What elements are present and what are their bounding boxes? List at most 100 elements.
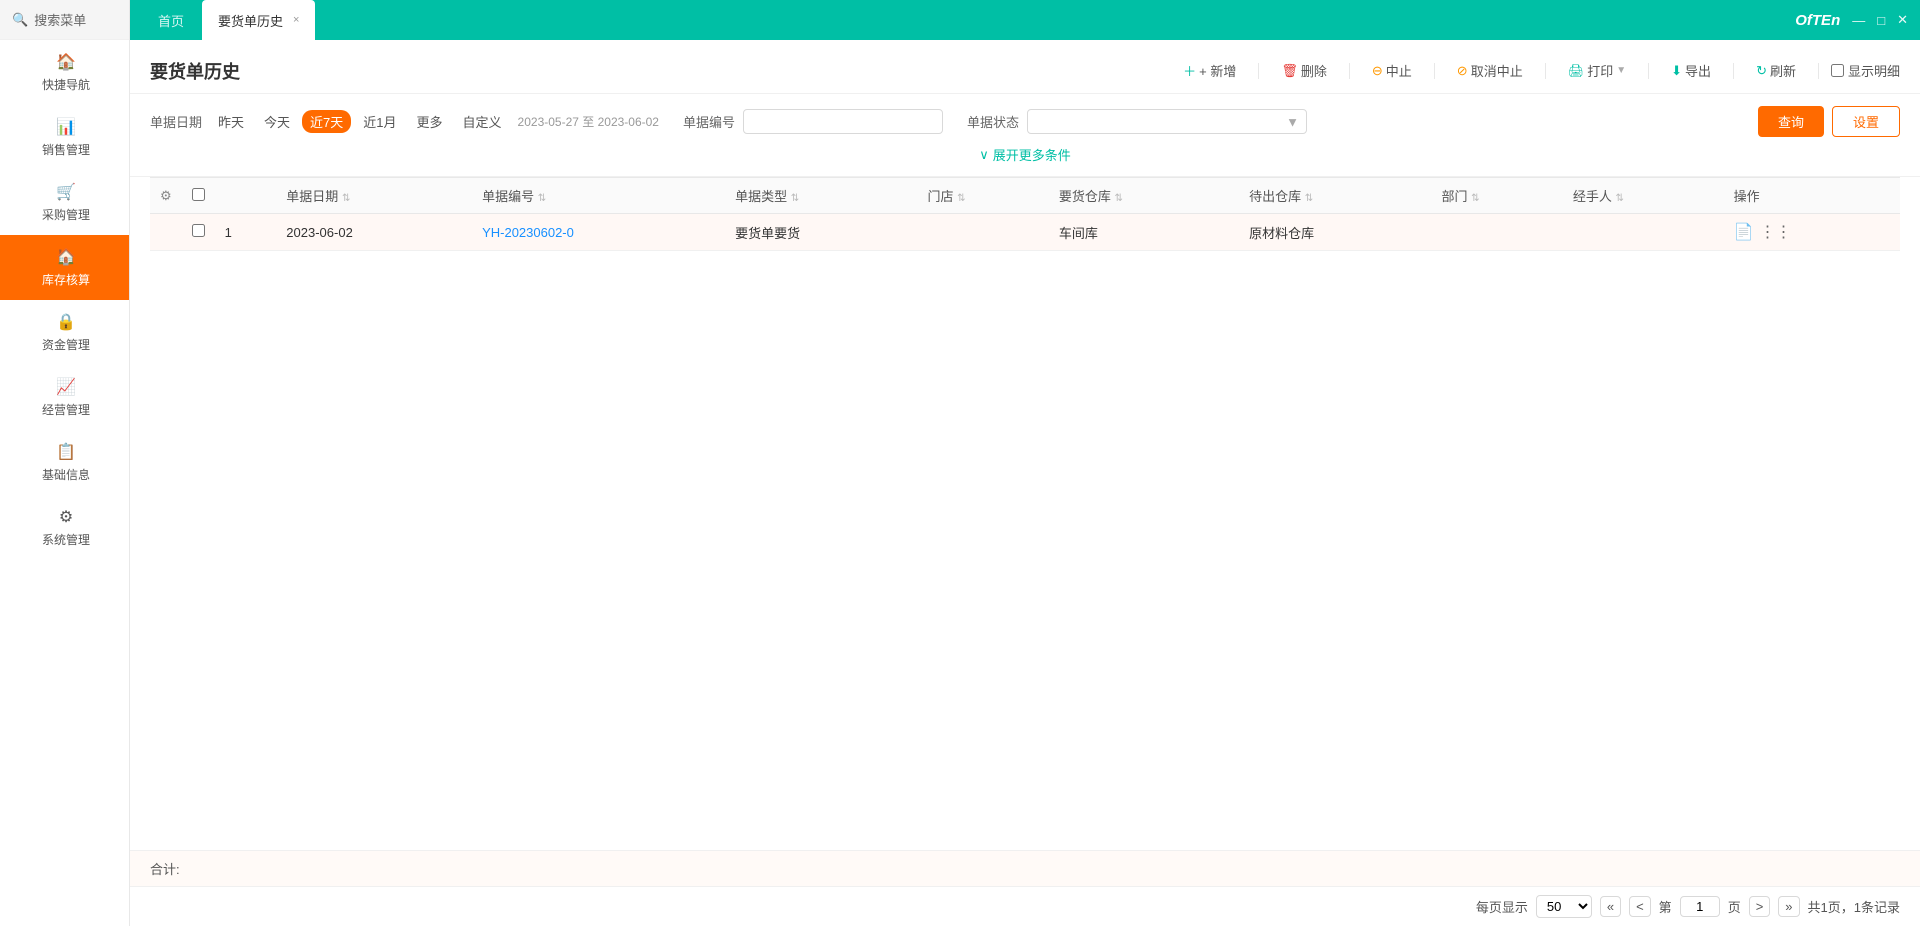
per-page-select[interactable]: 50 10 20 100 bbox=[1536, 895, 1592, 918]
stop-icon: ⊖ bbox=[1372, 63, 1383, 79]
sidebar-item-finance[interactable]: 🔒 资金管理 bbox=[0, 300, 129, 365]
expand-label: 展开更多条件 bbox=[993, 145, 1071, 164]
new-button[interactable]: ＋ + 新增 bbox=[1173, 56, 1246, 85]
date-tab-more[interactable]: 更多 bbox=[409, 110, 451, 133]
column-bill-type[interactable]: 单据类型 ⇅ bbox=[725, 178, 917, 214]
divider1 bbox=[1258, 63, 1259, 79]
sidebar-item-sales[interactable]: 📊 销售管理 bbox=[0, 105, 129, 170]
date-filter-item: 单据日期 昨天 今天 近7天 近1月 更多 自定义 2023-05-27 至 2… bbox=[150, 110, 659, 133]
table-row: 1 2023-06-02 YH-20230602-0 要货单要货 车间库 原材料… bbox=[150, 214, 1900, 251]
tab-home[interactable]: 首页 bbox=[142, 0, 200, 40]
more-icon[interactable]: ⋮⋮ bbox=[1760, 222, 1792, 242]
delete-button[interactable]: 🗑 删除 bbox=[1271, 56, 1337, 85]
sidebar-item-label: 经营管理 bbox=[42, 401, 90, 418]
column-req-warehouse[interactable]: 要货仓库 ⇅ bbox=[1049, 178, 1239, 214]
column-checkbox bbox=[182, 178, 215, 214]
window-maximize-btn[interactable]: □ bbox=[1877, 13, 1885, 28]
search-icon: 🔍 bbox=[12, 12, 28, 28]
next-page-btn[interactable]: > bbox=[1749, 896, 1771, 917]
setting-button[interactable]: 设置 bbox=[1832, 106, 1900, 137]
refresh-button[interactable]: ↻ 刷新 bbox=[1746, 56, 1806, 85]
sidebar-item-operation[interactable]: 📈 经营管理 bbox=[0, 365, 129, 430]
window-minimize-btn[interactable]: — bbox=[1852, 13, 1865, 28]
sort-pending-warehouse-icon[interactable]: ⇅ bbox=[1305, 193, 1313, 204]
sidebar-item-basic[interactable]: 📋 基础信息 bbox=[0, 430, 129, 495]
sort-store-icon[interactable]: ⇅ bbox=[957, 193, 965, 204]
print-dropdown-icon: ▼ bbox=[1616, 65, 1626, 76]
sidebar-item-label: 快捷导航 bbox=[42, 76, 90, 93]
prev-page-btn[interactable]: < bbox=[1629, 896, 1651, 917]
sidebar-item-label: 基础信息 bbox=[42, 466, 90, 483]
sort-department-icon[interactable]: ⇅ bbox=[1471, 193, 1479, 204]
column-department[interactable]: 部门 ⇅ bbox=[1431, 178, 1562, 214]
sidebar-item-system[interactable]: ⚙ 系统管理 bbox=[0, 495, 129, 560]
bill-status-input[interactable] bbox=[1027, 109, 1307, 134]
export-button[interactable]: ⬇ 导出 bbox=[1661, 56, 1721, 85]
date-tab-today[interactable]: 今天 bbox=[256, 110, 298, 133]
sidebar-search[interactable]: 🔍 搜索菜单 bbox=[0, 0, 129, 40]
print-label: 打印 bbox=[1587, 61, 1613, 80]
new-label: + 新增 bbox=[1199, 61, 1236, 80]
show-detail-toggle[interactable]: 显示明细 bbox=[1831, 61, 1900, 80]
select-all-checkbox[interactable] bbox=[192, 188, 205, 201]
expand-more-btn[interactable]: ∨ 展开更多条件 bbox=[150, 145, 1900, 164]
stop-button[interactable]: ⊖ 中止 bbox=[1362, 56, 1422, 85]
sort-bill-date-icon[interactable]: ⇅ bbox=[342, 193, 350, 204]
total-info: 共1页，1条记录 bbox=[1808, 897, 1900, 916]
sidebar-item-inventory[interactable]: 🏠 库存核算 bbox=[0, 235, 129, 300]
page-label: 第 bbox=[1659, 897, 1672, 916]
cell-bill-type: 要货单要货 bbox=[725, 214, 917, 251]
sidebar-item-quick-nav[interactable]: 🏠 快捷导航 bbox=[0, 40, 129, 105]
divider4 bbox=[1545, 63, 1546, 79]
column-settings[interactable]: ⚙ bbox=[150, 178, 182, 214]
date-tab-yesterday[interactable]: 昨天 bbox=[210, 110, 252, 133]
column-index bbox=[215, 178, 277, 214]
refresh-label: 刷新 bbox=[1770, 61, 1796, 80]
date-tab-last7[interactable]: 近7天 bbox=[302, 110, 351, 133]
column-bill-no[interactable]: 单据编号 ⇅ bbox=[472, 178, 725, 214]
filter-area: 单据日期 昨天 今天 近7天 近1月 更多 自定义 2023-05-27 至 2… bbox=[130, 94, 1920, 177]
column-store[interactable]: 门店 ⇅ bbox=[918, 178, 1049, 214]
system-icon: ⚙ bbox=[59, 507, 73, 527]
bill-no-link[interactable]: YH-20230602-0 bbox=[482, 225, 574, 240]
first-page-btn[interactable]: « bbox=[1600, 896, 1621, 917]
page-input[interactable] bbox=[1680, 896, 1720, 917]
column-handler[interactable]: 经手人 ⇅ bbox=[1563, 178, 1724, 214]
column-bill-date[interactable]: 单据日期 ⇅ bbox=[276, 178, 472, 214]
topbar-right: OfTEn — □ ✕ bbox=[1795, 12, 1908, 29]
cancel-stop-button[interactable]: ⊘ 取消中止 bbox=[1447, 56, 1533, 85]
show-detail-label: 显示明细 bbox=[1848, 61, 1900, 80]
print-button[interactable]: 🖨 打印 ▼ bbox=[1558, 56, 1636, 85]
bill-status-select-wrapper: ▼ bbox=[1027, 109, 1307, 134]
sidebar-item-purchase[interactable]: 🛒 采购管理 bbox=[0, 170, 129, 235]
cell-checkbox bbox=[182, 214, 215, 251]
cell-department bbox=[1431, 214, 1562, 251]
date-tab-custom[interactable]: 自定义 bbox=[455, 110, 510, 133]
column-pending-warehouse[interactable]: 待出仓库 ⇅ bbox=[1239, 178, 1431, 214]
row-checkbox[interactable] bbox=[192, 224, 205, 237]
bill-no-input[interactable] bbox=[743, 109, 943, 134]
sort-bill-type-icon[interactable]: ⇅ bbox=[791, 193, 799, 204]
date-filter-label: 单据日期 bbox=[150, 112, 202, 131]
date-range-display: 2023-05-27 至 2023-06-02 bbox=[518, 113, 659, 130]
purchase-icon: 🛒 bbox=[56, 182, 76, 202]
row-operations: 📄 ⋮⋮ bbox=[1734, 222, 1890, 242]
date-tab-last-month[interactable]: 近1月 bbox=[355, 110, 404, 133]
last-page-btn[interactable]: » bbox=[1778, 896, 1799, 917]
tab-requisition-history[interactable]: 要货单历史 × bbox=[202, 0, 315, 40]
tab-requisition-history-label: 要货单历史 bbox=[218, 11, 283, 30]
sort-handler-icon[interactable]: ⇅ bbox=[1615, 193, 1623, 204]
cell-index: 1 bbox=[215, 214, 277, 251]
show-detail-checkbox[interactable] bbox=[1831, 64, 1844, 77]
date-tabs: 昨天 今天 近7天 近1月 更多 自定义 bbox=[210, 110, 510, 133]
delete-label: 删除 bbox=[1301, 61, 1327, 80]
edit-icon[interactable]: 📄 bbox=[1734, 222, 1754, 242]
window-close-btn[interactable]: ✕ bbox=[1897, 12, 1908, 28]
query-button[interactable]: 查询 bbox=[1758, 106, 1824, 137]
tab-close-icon[interactable]: × bbox=[293, 14, 299, 26]
sort-bill-no-icon[interactable]: ⇅ bbox=[538, 193, 546, 204]
sort-req-warehouse-icon[interactable]: ⇅ bbox=[1115, 193, 1123, 204]
divider6 bbox=[1733, 63, 1734, 79]
sidebar: 🔍 搜索菜单 🏠 快捷导航 📊 销售管理 🛒 采购管理 🏠 库存核算 🔒 资金管… bbox=[0, 0, 130, 926]
bill-no-filter-item: 单据编号 bbox=[683, 109, 943, 134]
